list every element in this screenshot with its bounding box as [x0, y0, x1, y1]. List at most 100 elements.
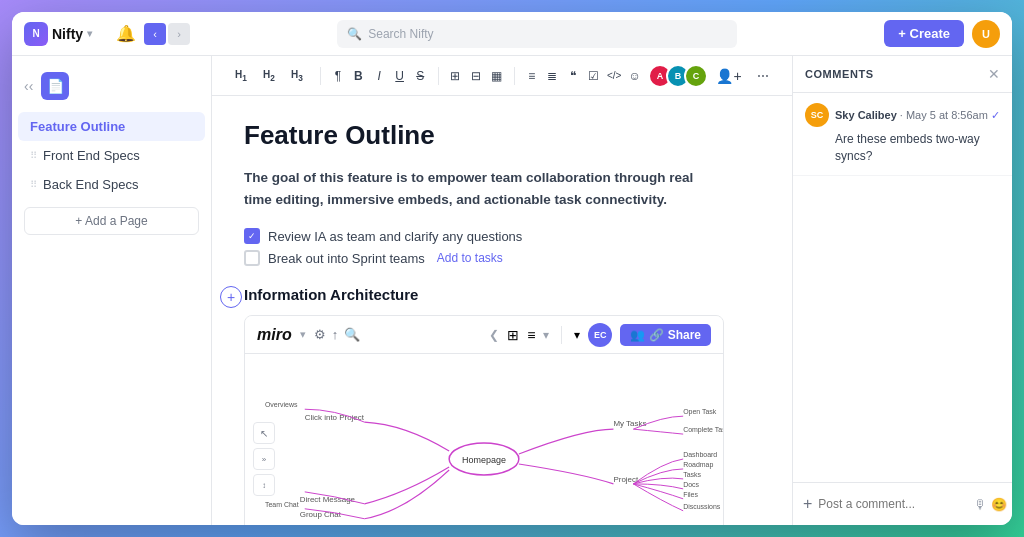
toolbar-right: A B C 👤+ ⋯ — [648, 63, 776, 89]
ordered-list-button[interactable]: ≣ — [545, 63, 560, 89]
miro-toolbar-right: ❮ ⊞ ≡ ▾ ▾ EC 👥 🔗 Share — [489, 323, 711, 347]
search-placeholder: Search Nifty — [368, 27, 433, 41]
task-item-2: Break out into Sprint teams Add to tasks — [244, 250, 760, 266]
heading-group: H1 H2 H3 — [228, 63, 310, 89]
miro-dropdown-icon: ▾ — [300, 328, 306, 341]
svg-text:Homepage: Homepage — [462, 455, 506, 465]
comment-add-icon[interactable]: + — [803, 495, 812, 513]
comment-input-icons: 🎙 😊 — [974, 497, 1007, 512]
h3-button[interactable]: H3 — [284, 63, 310, 89]
svg-text:Files: Files — [683, 491, 698, 498]
miro-toolbar: miro ▾ ⚙ ↑ 🔍 ❮ ⊞ ≡ ▾ — [245, 316, 723, 354]
bullet-list-button[interactable]: ≡ — [524, 63, 539, 89]
sidebar: ‹‹ 📄 Feature Outline ⠿ Front End Specs ⠿… — [12, 56, 212, 525]
paragraph-button[interactable]: ¶ — [331, 63, 346, 89]
image-button[interactable]: ⊞ — [448, 63, 463, 89]
nav-arrows: ‹ › — [144, 23, 190, 45]
section-title: Information Architecture — [244, 286, 760, 303]
svg-text:Discussions: Discussions — [683, 503, 721, 510]
svg-text:Team Chat: Team Chat — [265, 501, 299, 508]
miro-share-button[interactable]: 👥 🔗 Share — [620, 324, 711, 346]
comment-input-area: + 🎙 😊 ➤ — [793, 482, 1012, 525]
dropdown-chevron: ▾ — [87, 28, 92, 39]
document-title: Feature Outline — [244, 120, 760, 151]
h1-button[interactable]: H1 — [228, 63, 254, 89]
invite-button[interactable]: 👤+ — [716, 63, 742, 89]
emoji-button[interactable]: ☺ — [627, 63, 642, 89]
create-button[interactable]: + Create — [884, 20, 964, 47]
editor-content: + Feature Outline The goal of this featu… — [212, 96, 792, 525]
strikethrough-button[interactable]: S — [413, 63, 428, 89]
miro-embed: miro ▾ ⚙ ↑ 🔍 ❮ ⊞ ≡ ▾ — [244, 315, 724, 525]
comment-author: Sky Calibey — [835, 109, 897, 121]
embed-button[interactable]: ⊟ — [469, 63, 484, 89]
drag-handle-icon: ⠿ — [30, 179, 37, 190]
back-arrow[interactable]: ‹ — [144, 23, 166, 45]
comment-check-icon: ✓ — [991, 109, 1000, 121]
svg-text:Overviews: Overviews — [265, 401, 298, 408]
bold-button[interactable]: B — [351, 63, 366, 89]
editor-toolbar: H1 H2 H3 ¶ B I U S ⊞ ⊟ ▦ ≡ ≣ ❝ ☑ </> — [212, 56, 792, 96]
comment-input[interactable] — [818, 497, 968, 511]
mic-icon[interactable]: 🎙 — [974, 497, 987, 512]
sidebar-item-label: Front End Specs — [43, 148, 140, 163]
comment-meta: Sky Calibey · May 5 at 8:56am ✓ — [835, 109, 1000, 122]
toolbar-separator-2 — [438, 67, 439, 85]
quote-button[interactable]: ❝ — [566, 63, 581, 89]
svg-text:Roadmap: Roadmap — [683, 461, 713, 469]
emoji-icon[interactable]: 😊 — [991, 497, 1007, 512]
bell-icon[interactable]: 🔔 — [116, 24, 136, 43]
drag-handle-icon: ⠿ — [30, 150, 37, 161]
logo-icon: N — [24, 22, 48, 46]
sidebar-item-label: Feature Outline — [30, 119, 125, 134]
miro-more-icon[interactable]: ▾ — [543, 328, 549, 342]
miro-board-icon[interactable]: ⊞ — [507, 327, 519, 343]
miro-list-icon[interactable]: ≡ — [527, 327, 535, 343]
add-block-button[interactable]: + — [220, 286, 242, 308]
svg-text:Tasks: Tasks — [683, 471, 701, 478]
sidebar-item-front-end-specs[interactable]: ⠿ Front End Specs — [18, 141, 205, 170]
sidebar-item-feature-outline[interactable]: Feature Outline — [18, 112, 205, 141]
sidebar-back-icon[interactable]: ‹‹ — [24, 78, 33, 94]
app-window: N Nifty ▾ 🔔 ‹ › 🔍 Search Nifty + Create … — [12, 12, 1012, 525]
code-button[interactable]: </> — [607, 63, 622, 89]
svg-text:Dashboard: Dashboard — [683, 451, 717, 458]
mindmap-diagram: Homepage My Tasks Open Task Complete Tas… — [245, 354, 723, 525]
comments-panel: COMMENTS ✕ SC Sky Calibey · May 5 at 8:5… — [792, 56, 1012, 525]
miro-logo: miro — [257, 326, 292, 344]
logo[interactable]: N Nifty ▾ — [24, 22, 92, 46]
comments-title: COMMENTS — [805, 68, 874, 80]
svg-text:Click into Project: Click into Project — [305, 413, 365, 422]
task-checkbox-1[interactable]: ✓ — [244, 228, 260, 244]
comment-time: May 5 at 8:56am — [906, 109, 988, 121]
sidebar-item-label: Back End Specs — [43, 177, 138, 192]
forward-arrow[interactable]: › — [168, 23, 190, 45]
table-button[interactable]: ▦ — [489, 63, 504, 89]
sidebar-item-back-end-specs[interactable]: ⠿ Back End Specs — [18, 170, 205, 199]
italic-button[interactable]: I — [372, 63, 387, 89]
miro-upload-icon[interactable]: ↑ — [332, 327, 339, 342]
underline-button[interactable]: U — [392, 63, 407, 89]
avatar-3: C — [684, 64, 708, 88]
miro-search-icon[interactable]: 🔍 — [344, 327, 360, 342]
h2-button[interactable]: H2 — [256, 63, 282, 89]
comment-text: Are these embeds two-way syncs? — [835, 131, 1000, 165]
add-page-button[interactable]: + Add a Page — [24, 207, 199, 235]
checkbox-button[interactable]: ☑ — [586, 63, 601, 89]
miro-toolbar-icons: ⚙ ↑ 🔍 — [314, 327, 361, 342]
task-checkbox-2[interactable] — [244, 250, 260, 266]
miro-settings-icon[interactable]: ⚙ — [314, 327, 326, 342]
miro-user-avatar: EC — [588, 323, 612, 347]
comments-close-button[interactable]: ✕ — [988, 66, 1000, 82]
more-options-button[interactable]: ⋯ — [750, 63, 776, 89]
editor-area: H1 H2 H3 ¶ B I U S ⊞ ⊟ ▦ ≡ ≣ ❝ ☑ </> — [212, 56, 792, 525]
miro-zoom-down[interactable]: ▾ — [574, 328, 580, 342]
add-to-tasks-link[interactable]: Add to tasks — [437, 251, 503, 265]
comments-header: COMMENTS ✕ — [793, 56, 1012, 93]
svg-text:Complete Task: Complete Task — [683, 426, 723, 434]
toolbar-separator-3 — [514, 67, 515, 85]
toolbar-separator — [320, 67, 321, 85]
user-avatar[interactable]: U — [972, 20, 1000, 48]
search-bar[interactable]: 🔍 Search Nifty — [337, 20, 737, 48]
app-name: Nifty — [52, 26, 83, 42]
